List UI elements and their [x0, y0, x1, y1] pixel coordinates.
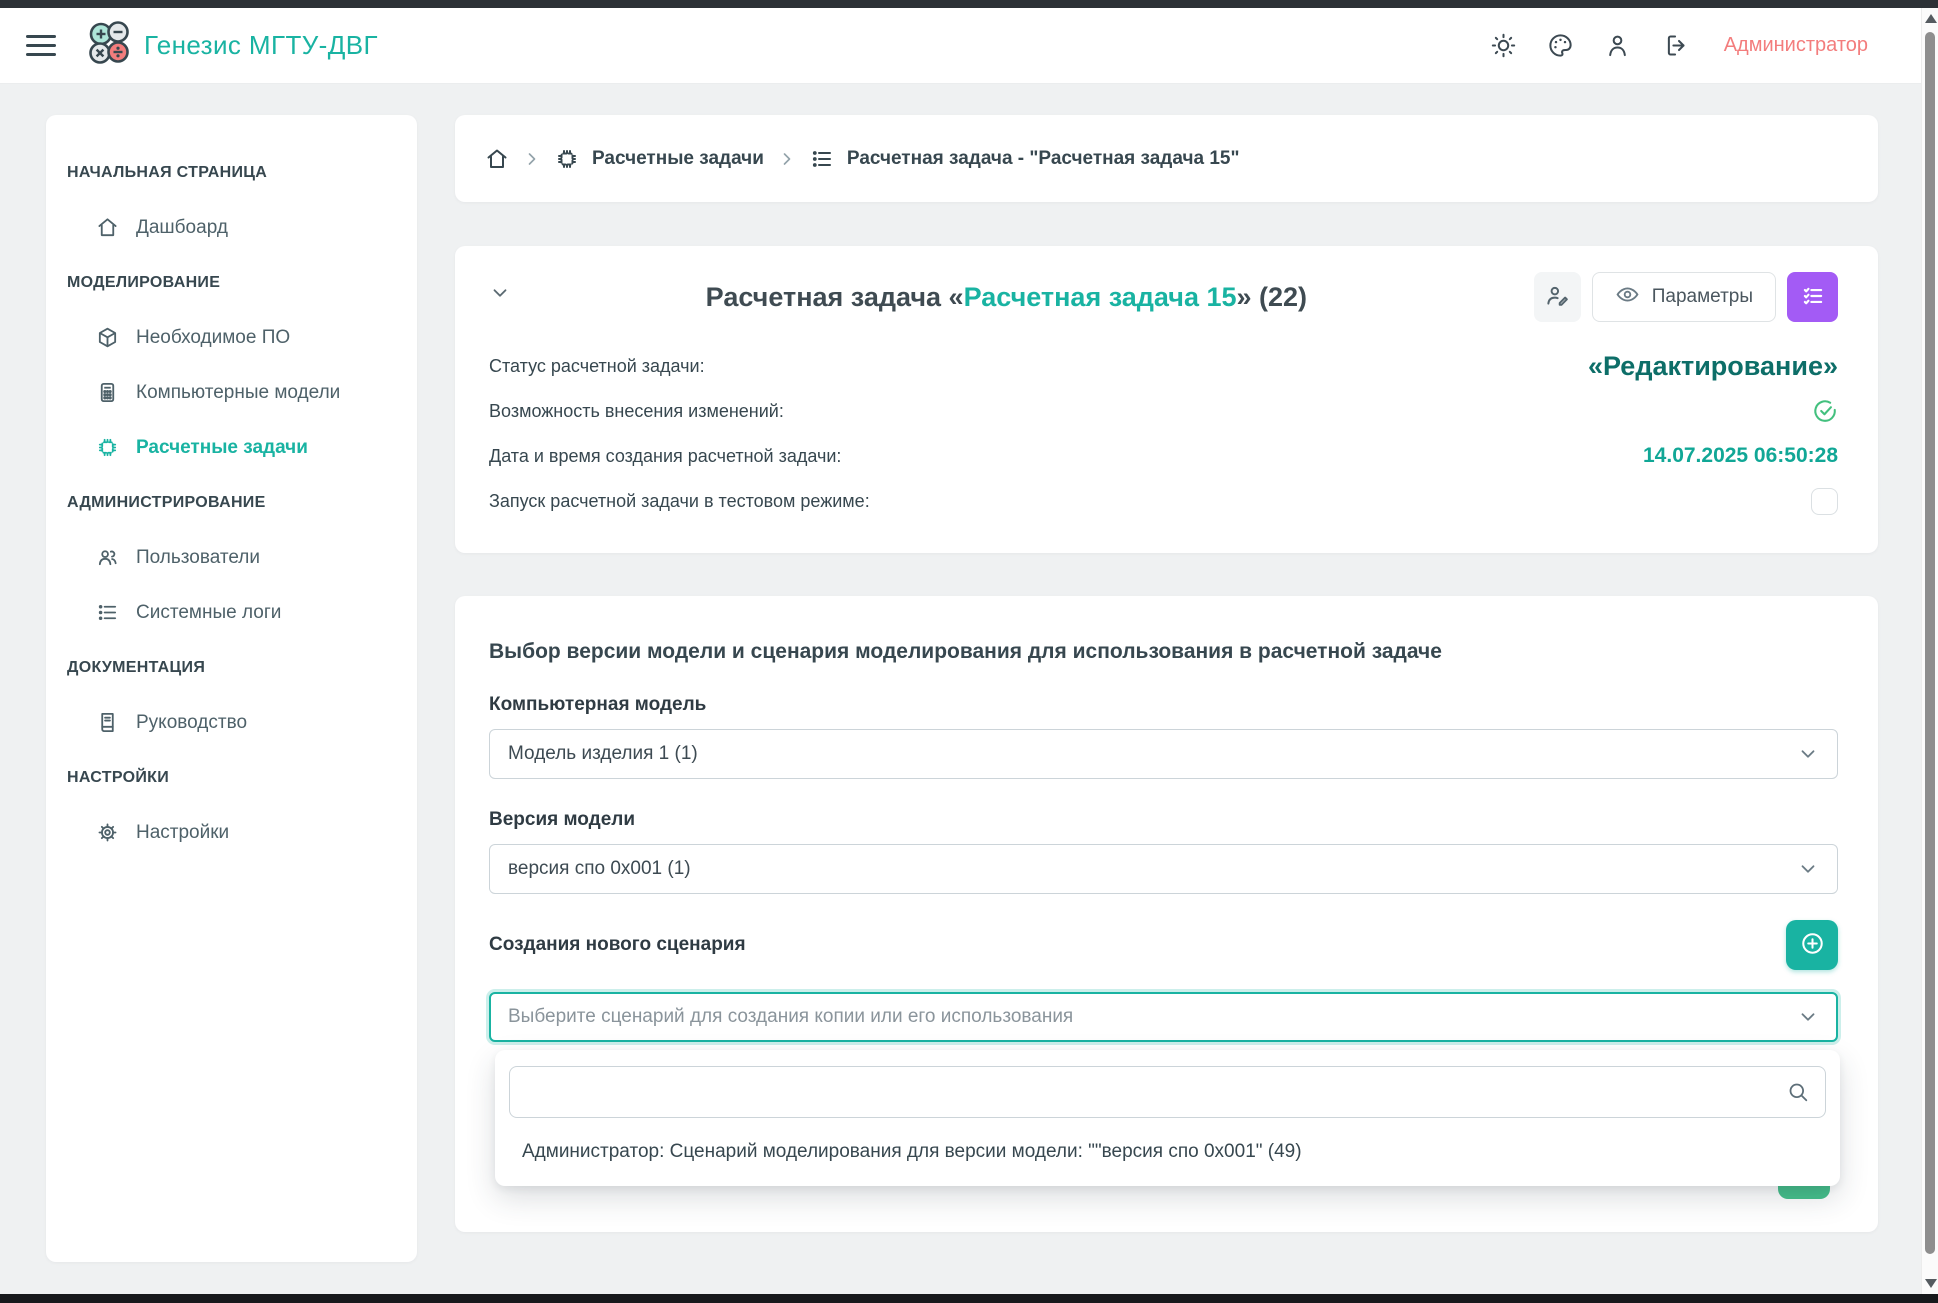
- chevron-down-icon: [1797, 743, 1819, 765]
- created-row: Дата и время создания расчетной задачи: …: [489, 438, 1838, 474]
- editable-row: Возможность внесения изменений:: [489, 393, 1838, 429]
- brand[interactable]: Генезис МГТУ-ДВГ: [86, 20, 378, 71]
- scrollbar-thumb[interactable]: [1925, 32, 1935, 1254]
- sidebar-item-settings[interactable]: Настройки: [46, 805, 417, 860]
- sidebar-item-required-software[interactable]: Необходимое ПО: [46, 310, 417, 365]
- scroll-up-arrow[interactable]: [1922, 10, 1938, 27]
- sidebar: НАЧАЛЬНАЯ СТРАНИЦА Дашбоард МОДЕЛИРОВАНИ…: [46, 115, 417, 1262]
- editable-label: Возможность внесения изменений:: [489, 400, 784, 421]
- collapse-chevron-icon[interactable]: [489, 282, 519, 312]
- version-label: Версия модели: [489, 809, 636, 830]
- chevron-down-icon: [1797, 1006, 1819, 1028]
- breadcrumb: Расчетные задачи Расчетная задача - "Рас…: [455, 115, 1878, 202]
- status-row: Статус расчетной задачи: «Редактирование…: [489, 348, 1838, 384]
- parameters-button[interactable]: Параметры: [1591, 272, 1776, 322]
- browser-bottom-strip: [0, 1294, 1938, 1303]
- user-profile-icon[interactable]: [1604, 32, 1631, 59]
- add-scenario-button[interactable]: [1786, 920, 1838, 970]
- breadcrumb-item-current-task: Расчетная задача - "Расчетная задача 15": [846, 147, 1240, 169]
- cpu-icon: [96, 436, 119, 459]
- chevron-right-icon: [522, 149, 542, 169]
- scrollbar[interactable]: [1921, 8, 1938, 1294]
- task-title: Расчетная задача «Расчетная задача 15» (…: [705, 281, 1308, 312]
- list-icon: [96, 601, 119, 624]
- status-value: «Редактирование»: [1587, 350, 1838, 381]
- menu-toggle-icon[interactable]: [26, 32, 60, 60]
- scroll-down-arrow[interactable]: [1922, 1275, 1938, 1292]
- sidebar-section-documentation: ДОКУМЕНТАЦИЯ: [67, 658, 206, 676]
- sidebar-section-administration: АДМИНИСТРИРОВАНИЕ: [67, 493, 266, 511]
- model-select-value: Модель изделия 1 (1): [508, 743, 698, 764]
- calculator-icon: [96, 381, 119, 404]
- sidebar-item-computer-models[interactable]: Компьютерные модели: [46, 365, 417, 420]
- home-icon[interactable]: [485, 147, 509, 171]
- users-icon: [96, 546, 119, 569]
- cube-icon: [96, 326, 119, 349]
- version-select-value: версия спо 0x001 (1): [508, 858, 691, 879]
- task-card: Расчетная задача «Расчетная задача 15» (…: [455, 246, 1878, 553]
- brand-title: Генезис МГТУ-ДВГ: [144, 30, 378, 60]
- sidebar-item-calculation-tasks[interactable]: Расчетные задачи: [46, 420, 417, 475]
- checklist-icon: [1800, 283, 1826, 312]
- book-icon: [96, 711, 119, 734]
- breadcrumb-item-tasks[interactable]: Расчетные задачи: [592, 148, 764, 170]
- test-mode-label: Запуск расчетной задачи в тестовом режим…: [489, 490, 870, 511]
- current-user-label[interactable]: Администратор: [1724, 34, 1868, 57]
- checklist-button[interactable]: [1787, 272, 1838, 322]
- logout-icon[interactable]: [1661, 32, 1688, 59]
- model-selection-card: Выбор версии модели и сценария моделиров…: [455, 596, 1878, 1232]
- home-icon: [96, 216, 119, 239]
- list-icon: [810, 147, 834, 171]
- scenario-label: Создания нового сценария: [489, 934, 746, 955]
- scenario-select-placeholder: Выберите сценарий для создания копии или…: [508, 1006, 1074, 1027]
- created-datetime: 14.07.2025 06:50:28: [1643, 444, 1838, 467]
- edit-user-button[interactable]: [1533, 272, 1581, 322]
- test-mode-row: Запуск расчетной задачи в тестовом режим…: [489, 483, 1838, 519]
- form-heading: Выбор версии модели и сценария моделиров…: [489, 640, 1442, 663]
- palette-icon[interactable]: [1547, 32, 1574, 59]
- sidebar-section-home: НАЧАЛЬНАЯ СТРАНИЦА: [67, 163, 268, 181]
- theme-toggle-icon[interactable]: [1490, 32, 1517, 59]
- gear-icon: [96, 821, 119, 844]
- scenario-dropdown: Администратор: Сценарий моделирования дл…: [495, 1050, 1840, 1186]
- status-label: Статус расчетной задачи:: [489, 355, 705, 376]
- scenario-option[interactable]: Администратор: Сценарий моделирования дл…: [509, 1140, 1826, 1164]
- sidebar-item-users[interactable]: Пользователи: [46, 530, 417, 585]
- model-select[interactable]: Модель изделия 1 (1): [489, 729, 1838, 779]
- sidebar-section-settings: НАСТРОЙКИ: [67, 768, 170, 786]
- test-mode-checkbox[interactable]: [1811, 487, 1838, 515]
- sidebar-section-modeling: МОДЕЛИРОВАНИЕ: [67, 273, 221, 291]
- sidebar-item-system-logs[interactable]: Системные логи: [46, 585, 417, 640]
- cpu-icon: [555, 147, 579, 171]
- plus-circle-icon: [1799, 930, 1826, 960]
- browser-top-strip: [0, 0, 1938, 8]
- app-header: Генезис МГТУ-ДВГ Администратор: [0, 8, 1938, 84]
- scenario-search-input[interactable]: [509, 1066, 1826, 1118]
- chevron-right-icon: [777, 149, 797, 169]
- person-edit-icon: [1544, 283, 1570, 312]
- search-icon: [1786, 1080, 1810, 1104]
- created-label: Дата и время создания расчетной задачи:: [489, 445, 842, 466]
- circle-check-icon: [1812, 398, 1838, 424]
- chevron-down-icon: [1797, 858, 1819, 880]
- version-select[interactable]: версия спо 0x001 (1): [489, 844, 1838, 894]
- model-label: Компьютерная модель: [489, 694, 707, 715]
- task-title-link[interactable]: Расчетная задача 15: [964, 282, 1237, 312]
- scenario-select[interactable]: Выберите сценарий для создания копии или…: [489, 992, 1838, 1042]
- sidebar-item-manual[interactable]: Руководство: [46, 695, 417, 750]
- sidebar-item-dashboard[interactable]: Дашбоард: [46, 200, 417, 255]
- eye-icon: [1615, 282, 1640, 313]
- app-window: Генезис МГТУ-ДВГ Администратор НАЧАЛЬНАЯ…: [0, 0, 1938, 1303]
- logo-icon: [86, 20, 132, 71]
